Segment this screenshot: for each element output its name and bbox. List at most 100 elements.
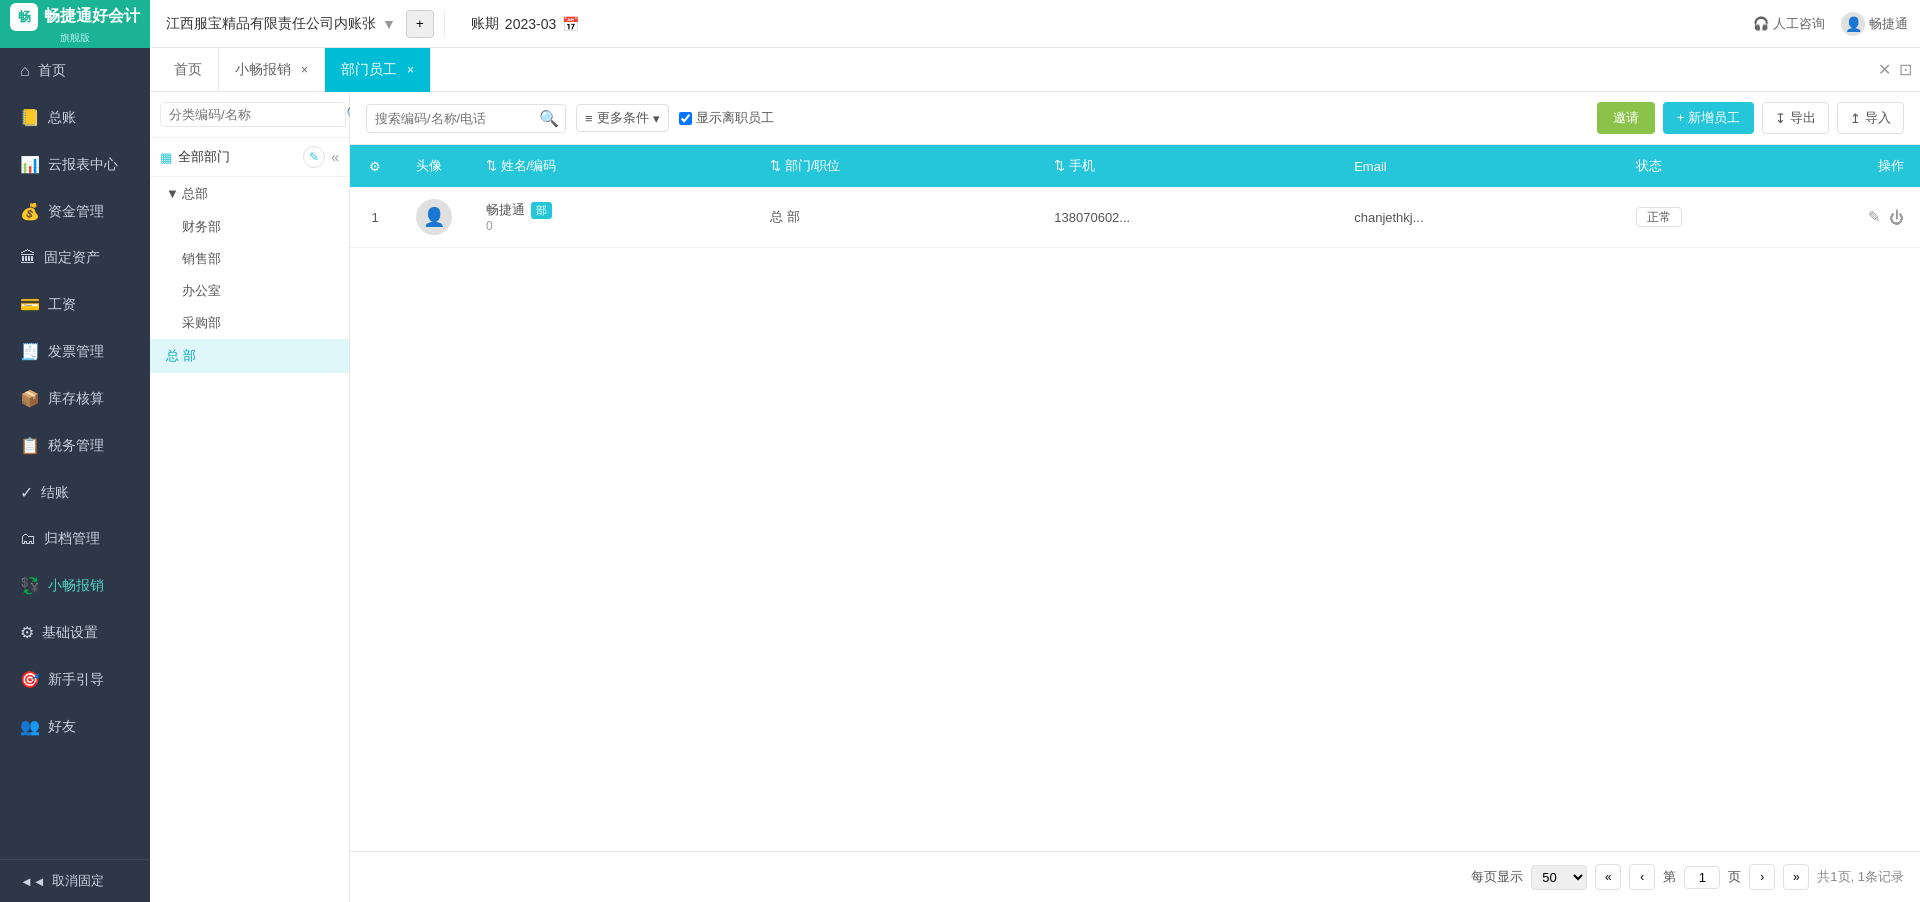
search-icon[interactable]: 🔍 <box>539 109 559 128</box>
page-suffix: 页 <box>1728 868 1741 886</box>
sidebar-label-assets: 固定资产 <box>44 249 100 267</box>
support-button[interactable]: 🎧 人工咨询 <box>1753 15 1825 33</box>
collapse-tree-icon[interactable]: « <box>331 149 339 165</box>
sidebar-item-ledger[interactable]: 📒 总账 <box>0 94 150 141</box>
search-box: 🔍 <box>366 104 566 133</box>
tabs-bar: 首页 小畅报销 × 部门员工 × ✕ ⊡ <box>150 48 1920 92</box>
sidebar-item-settings[interactable]: ⚙ 基础设置 <box>0 609 150 656</box>
sidebar-item-funds[interactable]: 💰 资金管理 <box>0 188 150 235</box>
sidebar-item-salary[interactable]: 💳 工资 <box>0 281 150 328</box>
tax-icon: 📋 <box>20 436 40 455</box>
dept-hq-main[interactable]: 总 部 <box>150 339 349 373</box>
next-page-button[interactable]: › <box>1749 864 1775 890</box>
dept-hq[interactable]: ▼ 总部 <box>150 177 349 211</box>
col-dept-role[interactable]: ⇅ 部门/职位 <box>754 145 1038 187</box>
sidebar-item-guide[interactable]: 🎯 新手引导 <box>0 656 150 703</box>
filter-button[interactable]: ≡ 更多条件 ▾ <box>576 104 669 132</box>
prev-page-button[interactable]: ‹ <box>1629 864 1655 890</box>
total-info: 共1页, 1条记录 <box>1817 868 1904 886</box>
dept-sales[interactable]: 销售部 <box>150 243 349 275</box>
sidebar-item-partners[interactable]: 👥 好友 <box>0 703 150 750</box>
dept-purchase[interactable]: 采购部 <box>150 307 349 339</box>
tab-home[interactable]: 首页 <box>158 48 219 92</box>
tabs-controls: ✕ ⊡ <box>1878 60 1912 79</box>
sidebar-item-assets[interactable]: 🏛 固定资产 <box>0 235 150 281</box>
last-page-button[interactable]: » <box>1783 864 1809 890</box>
dept-office[interactable]: 办公室 <box>150 275 349 307</box>
avatar-person-icon: 👤 <box>423 206 445 228</box>
closing-icon: ✓ <box>20 483 33 502</box>
sidebar-item-expense[interactable]: 💱 小畅报销 <box>0 562 150 609</box>
export-button[interactable]: ↧ 导出 <box>1762 102 1829 134</box>
page-prefix: 第 <box>1663 868 1676 886</box>
home-icon: ⌂ <box>20 62 30 80</box>
sidebar-item-tax[interactable]: 📋 税务管理 <box>0 422 150 469</box>
tree-all-departments[interactable]: ▦ 全部部门 ✎ « <box>150 138 349 177</box>
row-phone: 138070602... <box>1038 187 1338 248</box>
company-selector[interactable]: 江西服宝精品有限责任公司内账张 ▼ <box>166 15 396 33</box>
expand-icon[interactable]: ⊡ <box>1899 60 1912 79</box>
ledger-icon: 📒 <box>20 108 40 127</box>
sidebar-item-archive[interactable]: 🗂 归档管理 <box>0 516 150 562</box>
period-info: 账期 2023-03 📅 <box>471 15 579 33</box>
show-resigned-checkbox[interactable]: 显示离职员工 <box>679 109 774 127</box>
tab-department-close[interactable]: × <box>407 63 414 77</box>
sidebar-item-home[interactable]: ⌂ 首页 <box>0 48 150 94</box>
first-page-button[interactable]: « <box>1595 864 1621 890</box>
status-badge: 正常 <box>1636 207 1682 227</box>
calendar-icon[interactable]: 📅 <box>562 16 579 32</box>
col-name-code[interactable]: ⇅ 姓名/编码 <box>470 145 754 187</box>
tree-search-input[interactable] <box>160 102 346 127</box>
sidebar-item-inventory[interactable]: 📦 库存核算 <box>0 375 150 422</box>
settings-icon: ⚙ <box>20 623 34 642</box>
import-button[interactable]: ↥ 导入 <box>1837 102 1904 134</box>
logout-button[interactable]: ⏻ <box>1889 209 1904 226</box>
col-action: 操作 <box>1800 145 1920 187</box>
col-email: Email <box>1338 145 1620 187</box>
tab-expense-close[interactable]: × <box>301 63 308 77</box>
sidebar-item-closing[interactable]: ✓ 结账 <box>0 469 150 516</box>
logo-area: 畅 畅捷通好会计 旗舰版 <box>0 0 150 48</box>
sidebar: ⌂ 首页 📒 总账 📊 云报表中心 💰 资金管理 🏛 固定资产 💳 工资 🧾 发… <box>0 48 150 902</box>
funds-icon: 💰 <box>20 202 40 221</box>
add-account-button[interactable]: + <box>406 10 434 38</box>
search-input[interactable] <box>375 111 535 126</box>
tab-department[interactable]: 部门员工 × <box>325 48 431 92</box>
export-icon: ↧ <box>1775 111 1786 126</box>
page-input[interactable] <box>1684 866 1720 889</box>
close-window-icon[interactable]: ✕ <box>1878 60 1891 79</box>
tab-expense[interactable]: 小畅报销 × <box>219 48 325 92</box>
row-name-code: 畅捷通 部 0 <box>470 187 754 248</box>
dept-office-label: 办公室 <box>182 283 221 298</box>
inventory-icon: 📦 <box>20 389 40 408</box>
col-settings[interactable]: ⚙ <box>350 145 400 187</box>
invoice-icon: 🧾 <box>20 342 40 361</box>
pagination: 每页显示 50 10 20 100 « ‹ 第 页 › » 共1页, 1条记录 <box>350 851 1920 902</box>
data-table: ⚙ 头像 ⇅ 姓名/编码 ⇅ 部门/职位 ⇅ 手机 Email 状态 操作 <box>350 145 1920 851</box>
show-resigned-label: 显示离职员工 <box>696 109 774 127</box>
logo-sub: 旗舰版 <box>60 31 90 45</box>
dept-hq-label: ▼ 总部 <box>166 186 208 201</box>
unpin-icon: ◄◄ <box>20 874 46 889</box>
col-phone[interactable]: ⇅ 手机 <box>1038 145 1338 187</box>
headset-icon: 🎧 <box>1753 16 1769 31</box>
sidebar-label-invoice: 发票管理 <box>48 343 104 361</box>
show-resigned-input[interactable] <box>679 112 692 125</box>
per-page-select[interactable]: 50 10 20 100 <box>1531 865 1587 890</box>
invite-button[interactable]: 邀请 <box>1597 102 1655 134</box>
user-area[interactable]: 👤 畅捷通 <box>1841 12 1908 36</box>
user-name: 畅捷通 <box>1869 15 1908 33</box>
dept-finance-label: 财务部 <box>182 219 221 234</box>
edit-dept-icon[interactable]: ✎ <box>303 146 325 168</box>
reports-icon: 📊 <box>20 155 40 174</box>
row-index: 1 <box>350 187 400 248</box>
sidebar-item-invoice[interactable]: 🧾 发票管理 <box>0 328 150 375</box>
unpin-button[interactable]: ◄◄ 取消固定 <box>0 859 150 902</box>
add-employee-button[interactable]: + 新增员工 <box>1663 102 1754 134</box>
sidebar-item-reports[interactable]: 📊 云报表中心 <box>0 141 150 188</box>
tab-department-label: 部门员工 <box>341 61 397 79</box>
edit-button[interactable]: ✎ <box>1868 208 1881 226</box>
guide-icon: 🎯 <box>20 670 40 689</box>
avatar: 👤 <box>416 199 452 235</box>
dept-finance[interactable]: 财务部 <box>150 211 349 243</box>
